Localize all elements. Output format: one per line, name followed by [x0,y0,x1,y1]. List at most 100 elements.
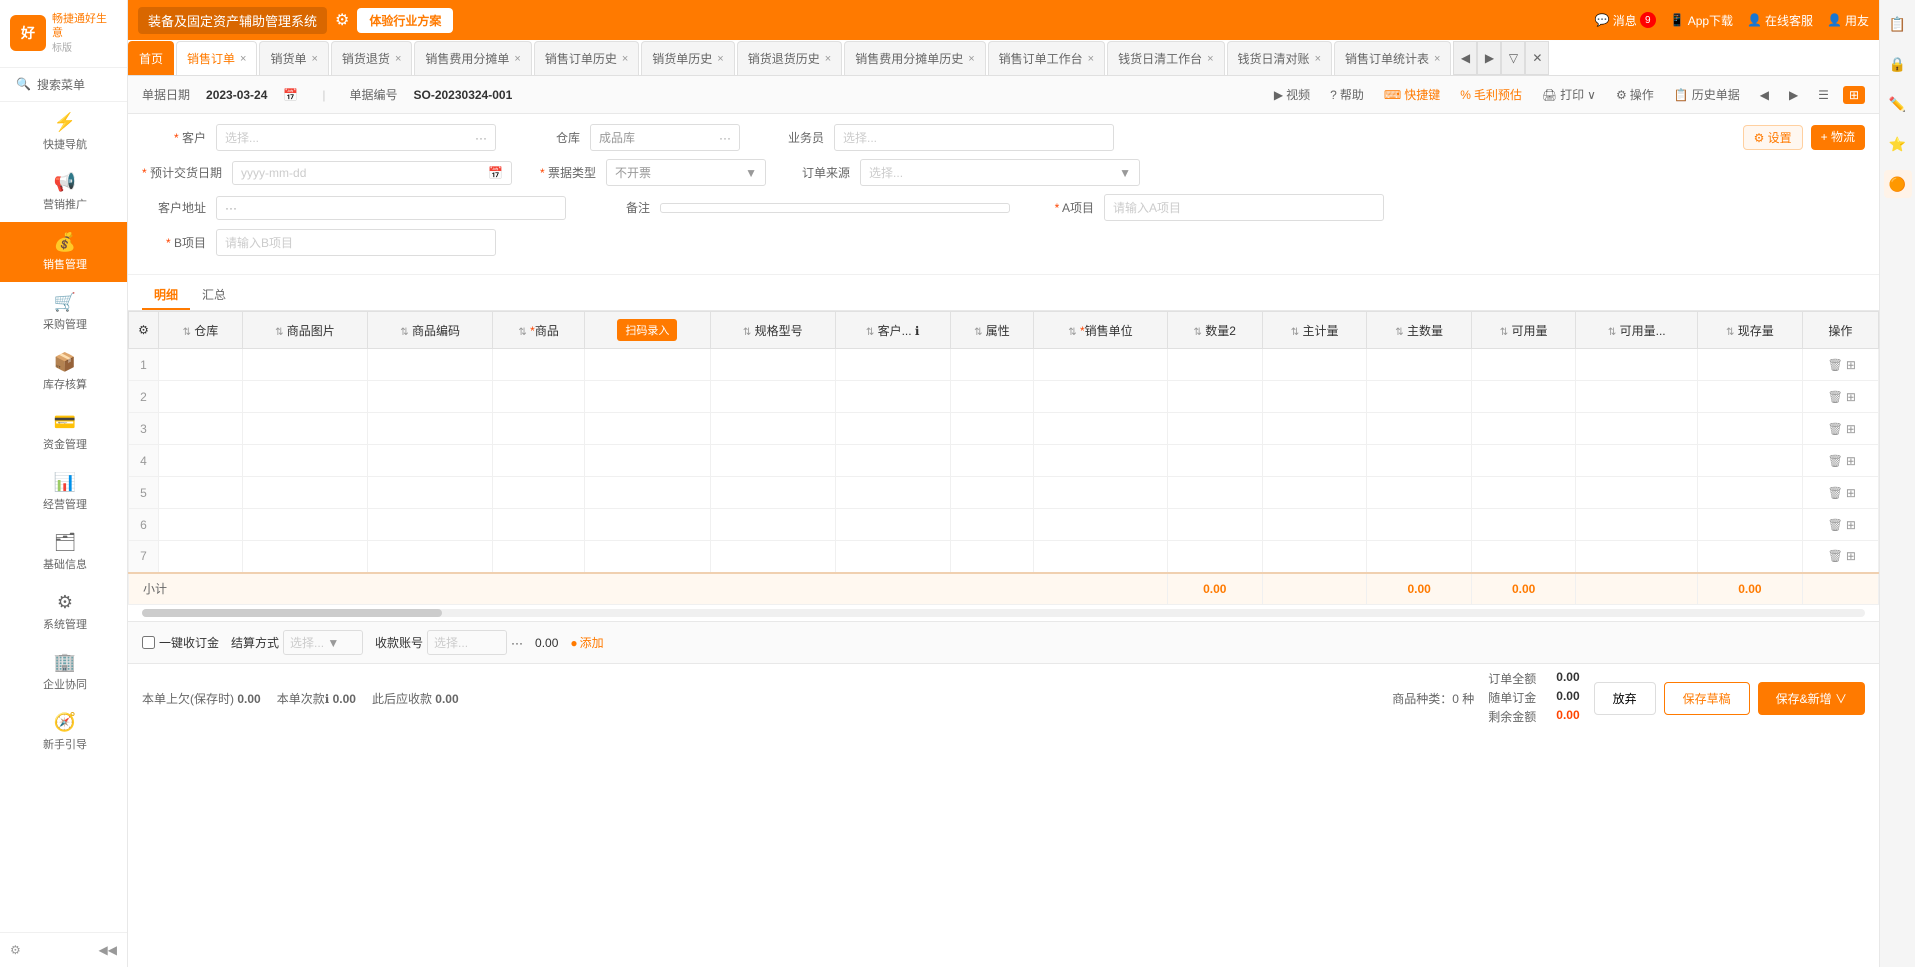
row-scan-1[interactable] [585,349,711,381]
copy-icon-6[interactable]: ⊞ [1846,518,1856,532]
date-value[interactable]: 2023-03-24 [206,88,267,102]
row-attr-2[interactable] [950,381,1034,413]
row-available-1[interactable] [1471,349,1576,381]
sidebar-item-enterprise[interactable]: 🏢 企业协同 [0,642,127,702]
copy-icon-1[interactable]: ⊞ [1846,358,1856,372]
close-sales-order[interactable]: × [240,53,246,65]
tab-sales-order[interactable]: 销售订单 × [176,41,257,75]
tab-order-workbench[interactable]: 销售订单工作台 × [988,41,1105,75]
payment-method-select[interactable]: 选择... ▼ [283,630,363,655]
sidebar-item-business[interactable]: 📊 经营管理 [0,462,127,522]
shortcut-btn[interactable]: ⌨ 快捷键 [1378,84,1446,105]
row-product-2[interactable] [493,381,585,413]
tab-sales-bill[interactable]: 销货单 × [259,41,328,75]
project-b-input[interactable]: 请输入B项目 [216,229,496,256]
close-daily-workbench[interactable]: × [1207,53,1213,65]
row-code-2[interactable] [368,381,493,413]
calendar-icon[interactable]: 📅 [283,88,298,102]
row-main-qty-2[interactable] [1367,381,1472,413]
app-download-item[interactable]: 📱 App下载 [1670,12,1733,29]
topbar-btn[interactable]: 体验行业方案 [357,8,453,33]
system-name[interactable]: 装备及固定资产辅助管理系统 [138,7,327,34]
row-customer-code-1[interactable] [835,349,950,381]
close-sales-bill[interactable]: × [311,53,317,65]
print-btn[interactable]: 🖨 打印 ∨ [1536,84,1602,105]
scan-btn[interactable]: 扫码录入 [617,319,677,341]
delete-icon-5[interactable]: 🗑 [1828,486,1843,500]
tab-return-history[interactable]: 销货退货历史 × [737,41,842,75]
close-return-history[interactable]: × [825,53,831,65]
project-a-input[interactable]: 请输入A项目 [1104,194,1384,221]
tab-daily-workbench[interactable]: 钱货日清工作台 × [1107,41,1224,75]
row-qty2-2[interactable] [1167,381,1262,413]
list-view-btn[interactable]: ☰ [1812,86,1835,104]
row-scan-2[interactable] [585,381,711,413]
row-unit-2[interactable] [1034,381,1167,413]
tab-home[interactable]: 首页 [128,41,174,75]
close-order-workbench[interactable]: × [1088,53,1094,65]
tab-close-all[interactable]: ✕ [1525,41,1549,75]
history-btn[interactable]: 📋 历史单据 [1668,84,1746,105]
copy-icon-7[interactable]: ⊞ [1846,549,1856,563]
col-scan[interactable]: 扫码录入 [585,312,711,349]
form-view-btn[interactable]: ⊞ [1843,86,1865,104]
row-customer-code-2[interactable] [835,381,950,413]
delete-icon-4[interactable]: 🗑 [1828,454,1843,468]
tab-summary[interactable]: 汇总 [190,281,238,310]
add-payment-btn[interactable]: ● 添加 [570,634,603,651]
settings-panel-btn[interactable]: ⚙ 设置 [1743,125,1803,150]
help-btn[interactable]: ? 帮助 [1324,84,1370,105]
checkout-checkbox[interactable]: 一键收订金 [142,634,219,651]
profit-btn[interactable]: % 毛利预估 [1454,84,1528,105]
row-current-2[interactable] [1698,381,1803,413]
close-bill-history[interactable]: × [717,53,723,65]
row-available-2[interactable] [1471,381,1576,413]
close-expense-history[interactable]: × [968,53,974,65]
close-sales-return[interactable]: × [395,53,401,65]
add-product-btn[interactable]: + 物流 [1811,125,1865,150]
user-avatar[interactable]: 👤 用友 [1827,12,1869,29]
delete-icon-3[interactable]: 🗑 [1828,422,1843,436]
row-available2-2[interactable] [1576,381,1698,413]
close-daily-reconcile[interactable]: × [1315,53,1321,65]
sidebar-item-basic[interactable]: 🗂 基础信息 [0,522,127,582]
ops-btn[interactable]: ⚙ 操作 [1610,84,1660,105]
sidebar-item-inventory[interactable]: 📦 库存核算 [0,342,127,402]
row-available2-1[interactable] [1576,349,1698,381]
tab-bill-history[interactable]: 销货单历史 × [641,41,734,75]
sidebar-item-sales[interactable]: 💰 销售管理 [0,222,127,282]
copy-icon-5[interactable]: ⊞ [1846,486,1856,500]
delete-icon-7[interactable]: 🗑 [1828,549,1843,563]
warehouse-input[interactable]: 成品库 ··· [590,124,740,151]
row-current-1[interactable] [1698,349,1803,381]
sidebar-item-guide[interactable]: 🧭 新手引导 [0,702,127,762]
row-product-1[interactable] [493,349,585,381]
delete-icon-2[interactable]: 🗑 [1828,390,1843,404]
sidebar-item-purchase[interactable]: 🛒 采购管理 [0,282,127,342]
row-main-unit-1[interactable] [1262,349,1367,381]
remark-input[interactable] [660,203,1010,213]
search-menu[interactable]: 🔍 搜索菜单 [0,68,127,102]
row-code-1[interactable] [368,349,493,381]
delete-icon-6[interactable]: 🗑 [1828,518,1843,532]
checkout-check[interactable] [142,636,155,649]
tab-nav-next[interactable]: ▶ [1477,41,1501,75]
topbar-settings-icon[interactable]: ⚙ [335,10,349,30]
tab-order-history[interactable]: 销售订单历史 × [534,41,639,75]
tab-daily-reconcile[interactable]: 钱货日清对账 × [1227,41,1332,75]
tab-expense-history[interactable]: 销售费用分摊单历史 × [844,41,985,75]
delivery-input[interactable]: yyyy-mm-dd 📅 [232,161,512,185]
row-spec-2[interactable] [710,381,835,413]
row-warehouse-1[interactable] [159,349,243,381]
save-btn[interactable]: 保存&新增 ∨ [1758,682,1865,715]
message-item[interactable]: 💬 消息 9 [1595,12,1656,29]
address-input[interactable]: ··· [216,196,566,220]
copy-icon-2[interactable]: ⊞ [1846,390,1856,404]
right-panel-icon-5[interactable]: 🟠 [1884,170,1912,198]
online-service-item[interactable]: 👤 在线客服 [1747,12,1813,29]
order-source-input[interactable]: 选择... ▼ [860,159,1140,186]
close-order-history[interactable]: × [622,53,628,65]
tab-nav-expand[interactable]: ▽ [1501,41,1525,75]
video-btn[interactable]: ▶ 视频 [1268,84,1316,105]
copy-icon-4[interactable]: ⊞ [1846,454,1856,468]
